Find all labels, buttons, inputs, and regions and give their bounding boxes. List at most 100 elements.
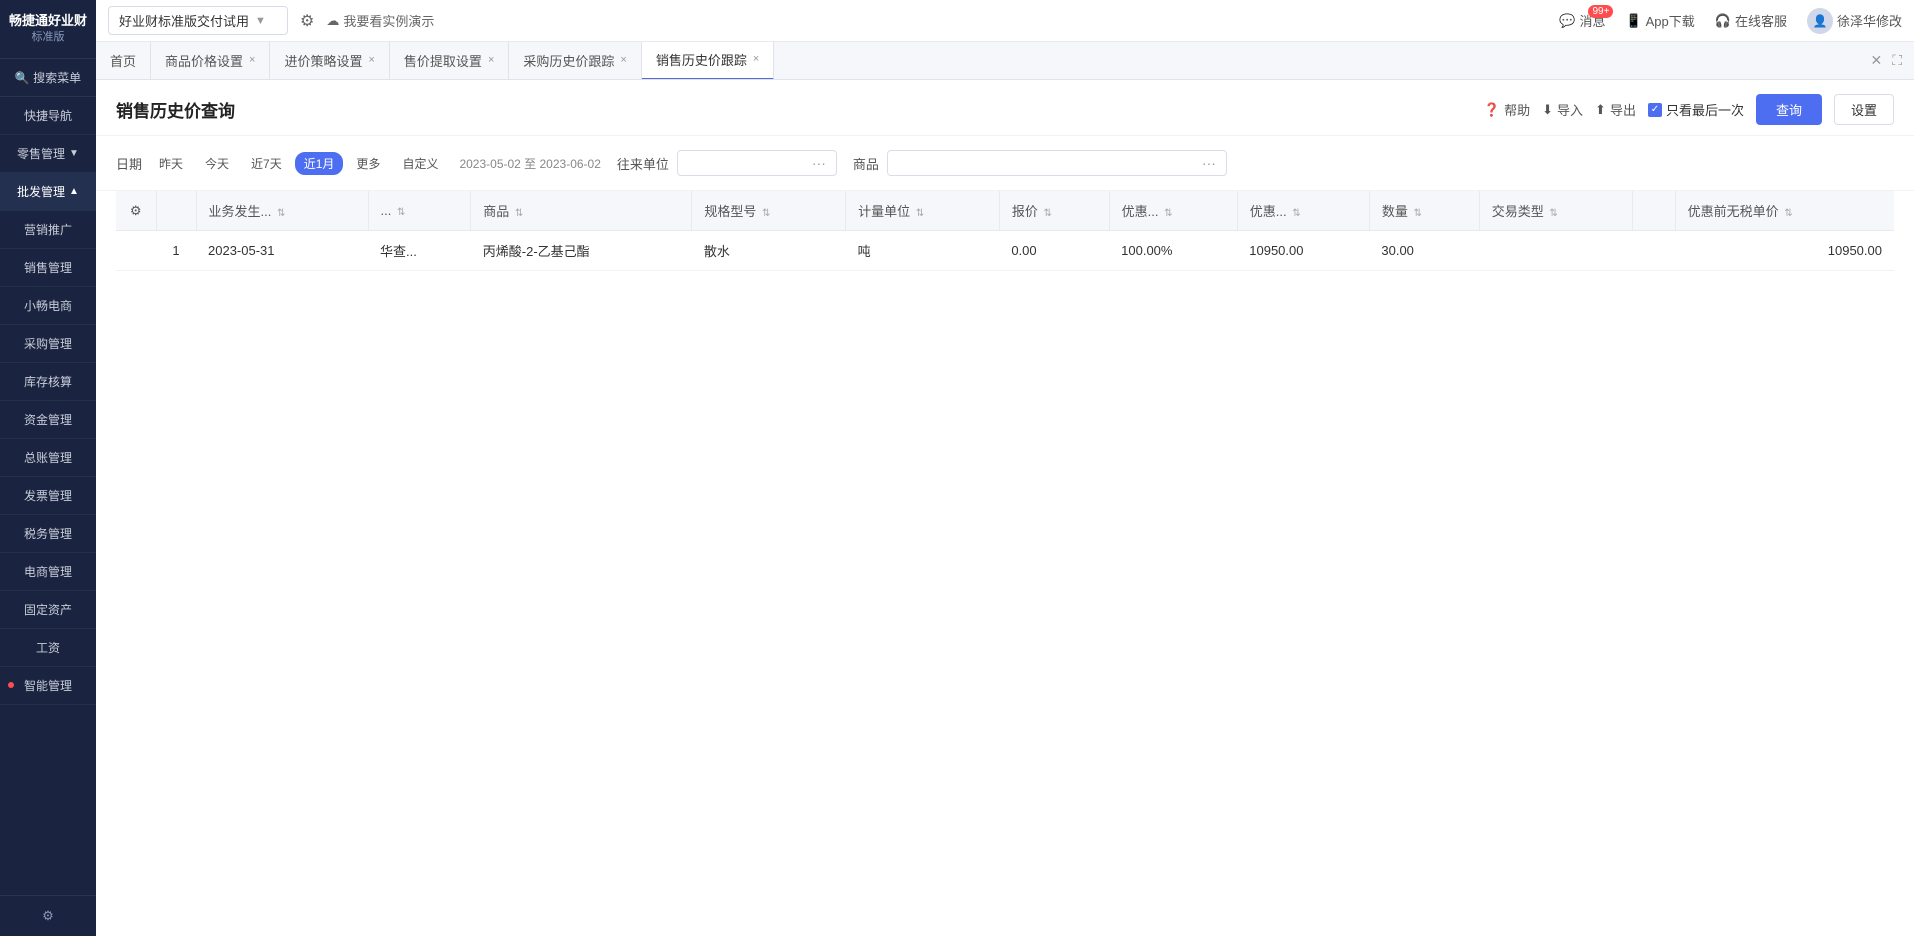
sidebar-item-purchase[interactable]: 采购管理 — [0, 325, 96, 363]
from-unit-input[interactable]: ··· — [677, 150, 837, 176]
version-selector[interactable]: 好业财标准版交付试用 ▼ — [108, 6, 288, 35]
online-service-button[interactable]: 🎧 在线客服 — [1715, 11, 1787, 30]
sidebar-item-wholesale[interactable]: 批发管理 ▲ — [0, 173, 96, 211]
col-discount1[interactable]: 优惠... ⇅ — [1109, 191, 1237, 231]
sidebar-settings[interactable]: ⚙ — [0, 895, 96, 936]
messages-button[interactable]: 💬 消息 99+ — [1559, 11, 1605, 30]
sidebar-item-finance[interactable]: 资金管理 — [0, 401, 96, 439]
sidebar-item-ecommerce[interactable]: 电商管理 — [0, 553, 96, 591]
sidebar-item-payroll[interactable]: 工资 — [0, 629, 96, 667]
tab-sale-price-label: 售价提取设置 — [404, 51, 482, 70]
checkbox-checked-icon — [1648, 103, 1662, 117]
date-btn-7days[interactable]: 近7天 — [242, 152, 291, 175]
tab-product-price-close[interactable]: × — [249, 55, 255, 66]
from-unit-field[interactable] — [688, 156, 808, 171]
col-settings[interactable]: ⚙ — [116, 191, 156, 231]
tab-controls: ✕ ⛶ — [1858, 48, 1914, 73]
sort-quote-icon: ⇅ — [1043, 208, 1051, 219]
col-discount1-label: 优惠... — [1122, 204, 1159, 219]
last-only-checkbox[interactable]: 只看最后一次 — [1648, 100, 1744, 119]
smart-label: 智能管理 — [24, 677, 72, 694]
sidebar-item-accounting[interactable]: 总账管理 — [0, 439, 96, 477]
col-quantity[interactable]: 数量 ⇅ — [1369, 191, 1479, 231]
query-button[interactable]: 查询 — [1756, 94, 1822, 125]
date-btn-1month[interactable]: 近1月 — [295, 152, 344, 175]
col-biz-date[interactable]: 业务发生... ⇅ — [196, 191, 368, 231]
topbar-settings-icon[interactable]: ⚙ — [300, 11, 314, 31]
col-discount2[interactable]: 优惠... ⇅ — [1237, 191, 1369, 231]
sidebar-item-smart[interactable]: 智能管理 — [0, 667, 96, 705]
headset-icon: 🎧 — [1715, 13, 1731, 29]
filter-row: 日期 昨天 今天 近7天 近1月 更多 自定义 2023-05-02 至 202… — [116, 150, 1894, 176]
col-product[interactable]: 商品 ⇅ — [471, 191, 692, 231]
sidebar-item-inventory[interactable]: 库存核算 — [0, 363, 96, 401]
import-button[interactable]: ⬇ 导入 — [1542, 100, 1583, 119]
sidebar-item-assets[interactable]: 固定资产 — [0, 591, 96, 629]
sort-spec-icon: ⇅ — [762, 208, 770, 219]
product-dots[interactable]: ··· — [1202, 155, 1216, 171]
col-unit[interactable]: 计量单位 ⇅ — [846, 191, 1000, 231]
product-input[interactable]: ··· — [887, 150, 1227, 176]
chevron-up-icon: ▲ — [69, 186, 79, 197]
tab-purchase-history[interactable]: 采购历史价跟踪 × — [509, 42, 641, 80]
export-button[interactable]: ⬆ 导出 — [1595, 100, 1636, 119]
sidebar-item-invoice[interactable]: 发票管理 — [0, 477, 96, 515]
app-download-button[interactable]: 📱 App下载 — [1625, 11, 1694, 30]
row-trans-type — [1479, 231, 1633, 271]
col-pretax-price-label: 优惠前无税单价 — [1688, 204, 1779, 219]
sort-unit-icon: ⇅ — [916, 208, 924, 219]
sidebar-item-marketing[interactable]: 营销推广 — [0, 211, 96, 249]
from-unit-dots[interactable]: ··· — [812, 155, 826, 171]
tab-purchase-history-label: 采购历史价跟踪 — [523, 51, 614, 70]
col-quote[interactable]: 报价 ⇅ — [999, 191, 1109, 231]
sidebar-item-tax[interactable]: 税务管理 — [0, 515, 96, 553]
col-product-label: 商品 — [483, 204, 509, 219]
settings-button[interactable]: 设置 — [1834, 94, 1894, 125]
tab-sale-history-close[interactable]: × — [753, 54, 759, 65]
row-quote: 0.00 — [999, 231, 1109, 271]
search-menu-item[interactable]: 🔍 搜索菜单 — [0, 59, 96, 97]
col-pretax-price[interactable]: 优惠前无税单价 ⇅ — [1675, 191, 1894, 231]
col-trans-type[interactable]: 交易类型 ⇅ — [1479, 191, 1633, 231]
sidebar-item-sales[interactable]: 销售管理 — [0, 249, 96, 287]
col-unit-label: 计量单位 — [858, 204, 910, 219]
help-button[interactable]: ❓ 帮助 — [1484, 100, 1530, 119]
tab-product-price[interactable]: 商品价格设置 × — [151, 42, 270, 80]
tab-close-all[interactable]: ✕ — [1866, 48, 1886, 73]
row-biz-date: 2023-05-31 — [196, 231, 368, 271]
tab-sale-price[interactable]: 售价提取设置 × — [390, 42, 509, 80]
col-spec[interactable]: 规格型号 ⇅ — [692, 191, 846, 231]
avatar-icon: 👤 — [1813, 14, 1828, 28]
tab-sale-history[interactable]: 销售历史价跟踪 × — [642, 42, 774, 80]
date-btn-more[interactable]: 更多 — [347, 152, 389, 175]
date-range-display: 2023-05-02 至 2023-06-02 — [459, 155, 600, 172]
demo-link[interactable]: ☁ 我要看实例演示 — [326, 11, 434, 30]
sort-pretax-price-icon: ⇅ — [1784, 208, 1792, 219]
product-label: 商品 — [853, 154, 879, 173]
tab-sale-price-close[interactable]: × — [488, 55, 494, 66]
tab-purchase-strategy[interactable]: 进价策略设置 × — [270, 42, 389, 80]
marketing-label: 营销推广 — [24, 221, 72, 238]
main-area: 好业财标准版交付试用 ▼ ⚙ ☁ 我要看实例演示 💬 消息 99+ 📱 App下… — [96, 0, 1914, 936]
message-icon: 💬 — [1559, 13, 1575, 29]
date-btn-yesterday[interactable]: 昨天 — [150, 152, 192, 175]
tab-purchase-strategy-close[interactable]: × — [368, 55, 374, 66]
col-more[interactable]: ... ⇅ — [368, 191, 471, 231]
product-field[interactable] — [898, 156, 1198, 171]
tab-home[interactable]: 首页 — [96, 42, 151, 80]
page-header: 销售历史价查询 ❓ 帮助 ⬇ 导入 ⬆ 导出 只看最后一次 查询 — [96, 80, 1914, 136]
user-profile[interactable]: 👤 徐泽华修改 — [1807, 8, 1902, 34]
tab-home-label: 首页 — [110, 51, 136, 70]
page-content: 销售历史价查询 ❓ 帮助 ⬇ 导入 ⬆ 导出 只看最后一次 查询 — [96, 80, 1914, 936]
date-btn-today[interactable]: 今天 — [196, 152, 238, 175]
date-btn-custom[interactable]: 自定义 — [393, 152, 447, 175]
row-settings — [116, 231, 156, 271]
tab-expand[interactable]: ⛶ — [1888, 48, 1906, 73]
sidebar-item-quick-nav[interactable]: 快捷导航 — [0, 97, 96, 135]
sidebar: 畅捷通好业财 标准版 🔍 搜索菜单 快捷导航 零售管理 ▼ 批发管理 ▲ 营销推… — [0, 0, 96, 936]
row-product: 丙烯酸-2-乙基己酯 — [471, 231, 692, 271]
tab-purchase-history-close[interactable]: × — [620, 55, 626, 66]
sidebar-item-ecommerce-small[interactable]: 小畅电商 — [0, 287, 96, 325]
sidebar-item-retail[interactable]: 零售管理 ▼ — [0, 135, 96, 173]
tab-product-price-label: 商品价格设置 — [165, 51, 243, 70]
